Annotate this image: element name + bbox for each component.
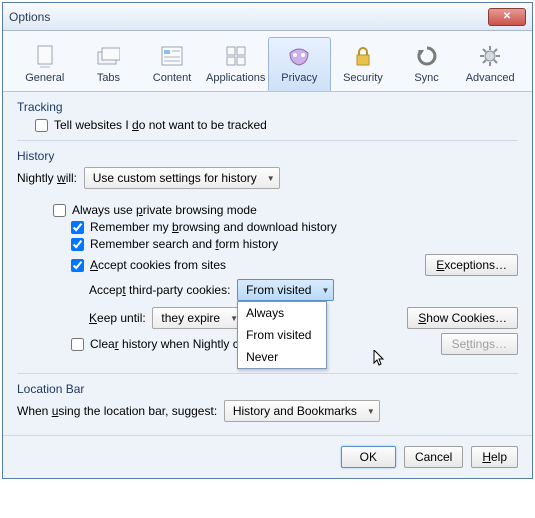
tab-general[interactable]: General (13, 37, 77, 91)
dropdown-option-always[interactable]: Always (238, 302, 326, 324)
tab-advanced[interactable]: Advanced (458, 37, 522, 91)
gear-icon (476, 42, 504, 70)
clear-on-close-checkbox[interactable] (71, 338, 84, 351)
remember-browsing-checkbox[interactable] (71, 221, 84, 234)
cancel-button[interactable]: Cancel (404, 446, 463, 468)
close-button[interactable]: ✕ (488, 8, 526, 26)
privacy-mask-icon (285, 42, 313, 70)
dnt-checkbox[interactable] (35, 119, 48, 132)
remember-search-label[interactable]: Remember search and form history (90, 237, 278, 251)
chevron-down-icon: ▼ (267, 174, 275, 183)
sync-icon (413, 42, 441, 70)
history-heading: History (17, 149, 518, 163)
third-party-select[interactable]: From visited▼ Always From visited Never (237, 279, 334, 301)
chevron-down-icon: ▼ (367, 407, 375, 416)
general-icon (31, 42, 59, 70)
third-party-label: Accept third-party cookies: (89, 283, 230, 297)
applications-icon (222, 42, 250, 70)
dropdown-option-from-visited[interactable]: From visited (238, 324, 326, 346)
content-icon (158, 42, 186, 70)
always-private-checkbox[interactable] (53, 204, 66, 217)
location-bar-heading: Location Bar (17, 382, 518, 396)
third-party-dropdown-menu: Always From visited Never (237, 301, 327, 369)
remember-search-checkbox[interactable] (71, 238, 84, 251)
window-title: Options (9, 10, 488, 24)
titlebar: Options ✕ (3, 3, 532, 31)
history-mode-select[interactable]: Use custom settings for history▼ (84, 167, 280, 189)
help-button[interactable]: Help (471, 446, 518, 468)
location-suggest-select[interactable]: History and Bookmarks▼ (224, 400, 380, 422)
accept-cookies-checkbox[interactable] (71, 259, 84, 272)
lock-icon (349, 42, 377, 70)
tracking-heading: Tracking (17, 100, 518, 114)
tab-privacy[interactable]: Privacy (268, 37, 332, 91)
keep-until-select[interactable]: they expire▼ (152, 307, 243, 329)
remember-browsing-label[interactable]: Remember my browsing and download histor… (90, 220, 337, 234)
tab-applications[interactable]: Applications (204, 37, 268, 91)
tab-content[interactable]: Content (140, 37, 204, 91)
exceptions-button[interactable]: Exceptions… (425, 254, 518, 276)
tab-sync[interactable]: Sync (395, 37, 459, 91)
tab-tabs[interactable]: Tabs (77, 37, 141, 91)
nightly-will-label: Nightly will: (17, 171, 77, 185)
chevron-down-icon: ▼ (321, 286, 329, 295)
dnt-label[interactable]: Tell websites I do not want to be tracke… (54, 118, 267, 132)
show-cookies-button[interactable]: Show Cookies… (407, 307, 518, 329)
suggest-label: When using the location bar, suggest: (17, 404, 217, 418)
dialog-footer: OK Cancel Help (3, 435, 532, 478)
always-private-label[interactable]: Always use private browsing mode (72, 203, 257, 217)
dropdown-option-never[interactable]: Never (238, 346, 326, 368)
toolbar: General Tabs Content Applications Privac… (3, 31, 532, 92)
settings-button: Settings… (441, 333, 518, 355)
ok-button[interactable]: OK (341, 446, 396, 468)
keep-until-label: Keep until: (89, 311, 146, 325)
accept-cookies-label[interactable]: Accept cookies from sites (90, 258, 226, 272)
tab-security[interactable]: Security (331, 37, 395, 91)
tabs-icon (94, 42, 122, 70)
